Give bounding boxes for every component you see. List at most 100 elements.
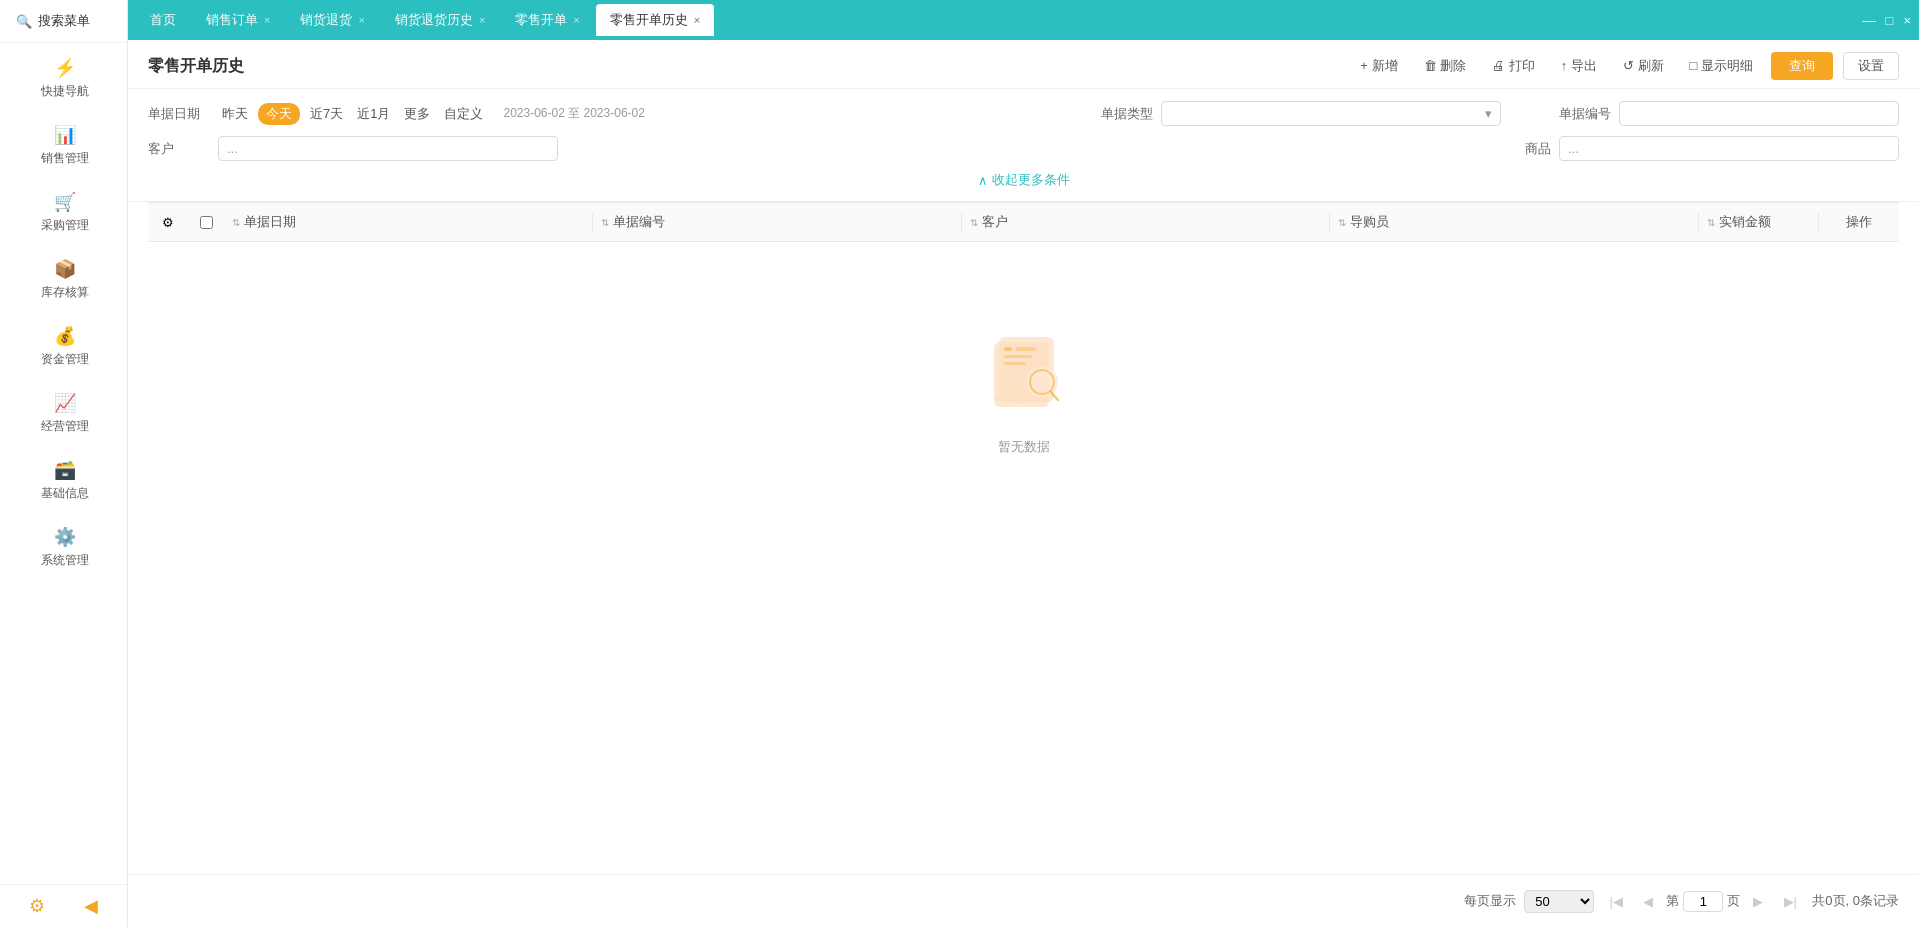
empty-icon: [974, 322, 1074, 422]
date-option-last7[interactable]: 近7天: [306, 103, 347, 125]
prev-page-button[interactable]: ◀: [1634, 887, 1662, 915]
doc-type-select[interactable]: ▾: [1161, 101, 1501, 126]
svg-rect-5: [1004, 355, 1032, 358]
date-option-today[interactable]: 今天: [258, 103, 300, 125]
sidebar-item-jingying[interactable]: 📈 经营管理: [0, 378, 127, 445]
th-amount: ⇅ 实销金额: [1699, 213, 1819, 231]
tab-sales-return[interactable]: 销货退货×: [286, 4, 378, 36]
print-button[interactable]: 🖨 打印: [1484, 53, 1543, 79]
query-button[interactable]: 查询: [1771, 52, 1833, 80]
date-range: 2023-06-02 至 2023-06-02: [503, 105, 644, 122]
th-date-label: 单据日期: [244, 213, 296, 231]
sidebar-item-kuaijie[interactable]: ⚡快捷导航: [0, 43, 127, 110]
date-option-last1m[interactable]: 近1月: [353, 103, 394, 125]
sidebar-icon-zijin: 💰: [54, 325, 76, 347]
pagination: 每页显示 50 10 20 100 |◀ ◀ 第 页 ▶ ▶| 共0页, 0条记…: [128, 874, 1919, 927]
display-detail-button[interactable]: □ 显示明细: [1682, 53, 1761, 79]
sidebar-label-caigou: 采购管理: [41, 217, 89, 234]
sidebar-item-caigou[interactable]: 🛒 采购管理: [0, 177, 127, 244]
page-title: 零售开单历史: [148, 56, 244, 77]
th-date: ⇅ 单据日期: [224, 213, 593, 231]
close-button[interactable]: ×: [1903, 13, 1911, 28]
th-number-sort[interactable]: ⇅: [601, 217, 609, 228]
sidebar-item-jichu[interactable]: 🗃️ 基础信息: [0, 445, 127, 512]
th-customer-sort[interactable]: ⇅: [970, 217, 978, 228]
tab-close-retail-open-history[interactable]: ×: [694, 14, 700, 26]
tab-close-retail-open[interactable]: ×: [573, 14, 579, 26]
content-area: 零售开单历史 + 新增 🗑 删除 🖨 打印 ↑ 导出 ↺ 刷新 □ 显示明细 查…: [128, 40, 1919, 927]
per-page-select[interactable]: 50 10 20 100: [1524, 890, 1594, 913]
add-button[interactable]: + 新增: [1352, 53, 1405, 79]
sidebar-icon-kucun: 📦: [54, 258, 76, 280]
collapse-button[interactable]: ∧ 收起更多条件: [148, 171, 1899, 189]
export-button[interactable]: ↑ 导出: [1553, 53, 1605, 79]
filter-area: 单据日期 昨天今天近7天近1月更多自定义 2023-06-02 至 2023-0…: [128, 89, 1919, 202]
tab-close-sales-return-history[interactable]: ×: [479, 14, 485, 26]
sidebar-item-xitong[interactable]: ⚙️系统管理: [0, 512, 127, 579]
empty-state: 暂无数据: [148, 242, 1899, 536]
tab-label-retail-open: 零售开单: [515, 11, 567, 29]
tab-retail-open-history[interactable]: 零售开单历史×: [596, 4, 714, 36]
customer-select[interactable]: ...: [218, 136, 558, 161]
tab-sales-return-history[interactable]: 销货退货历史×: [381, 4, 499, 36]
tab-close-sales-return[interactable]: ×: [358, 14, 364, 26]
th-salesperson-sort[interactable]: ⇅: [1338, 217, 1346, 228]
select-all-checkbox[interactable]: [200, 216, 213, 229]
sidebar-search-label: 搜索菜单: [38, 12, 90, 30]
sidebar-label-xitong: 系统管理: [41, 552, 89, 569]
settings-button[interactable]: 设置: [1843, 52, 1899, 80]
minimize-button[interactable]: —: [1863, 13, 1876, 28]
next-page-button[interactable]: ▶: [1744, 887, 1772, 915]
date-option-more[interactable]: 更多: [400, 103, 434, 125]
window-controls: — □ ×: [1863, 13, 1911, 28]
page-nav: |◀ ◀ 第 页 ▶ ▶|: [1602, 887, 1804, 915]
tab-home[interactable]: 首页: [136, 4, 190, 36]
collapse-icon: ∧: [978, 173, 988, 188]
sidebar-icon-jichu: 🗃️: [54, 459, 76, 481]
th-action-label: 操作: [1846, 213, 1872, 231]
maximize-button[interactable]: □: [1886, 13, 1894, 28]
sidebar-item-zijin[interactable]: 💰 资金管理: [0, 311, 127, 378]
tab-retail-open[interactable]: 零售开单 ×: [501, 4, 593, 36]
table-settings-icon[interactable]: ⚙: [148, 215, 188, 230]
collapse-label: 收起更多条件: [992, 171, 1070, 189]
svg-rect-3: [1004, 347, 1012, 351]
sidebar-label-kucun: 库存核算: [41, 284, 89, 301]
th-salesperson: ⇅ 导购员: [1330, 213, 1699, 231]
doc-number-input[interactable]: [1619, 101, 1899, 126]
first-page-button[interactable]: |◀: [1602, 887, 1630, 915]
sidebar-icon-jingying: 📈: [54, 392, 76, 414]
th-date-sort[interactable]: ⇅: [232, 217, 240, 228]
per-page-label: 每页显示: [1464, 892, 1516, 910]
sidebar-label-jichu: 基础信息: [41, 485, 89, 502]
th-customer-label: 客户: [982, 213, 1008, 231]
table-header: ⚙ ⇅ 单据日期 ⇅ 单据编号 ⇅ 客户 ⇅ 导购员: [148, 202, 1899, 242]
last-page-button[interactable]: ▶|: [1776, 887, 1804, 915]
table-select-all[interactable]: [188, 216, 224, 229]
refresh-button[interactable]: ↺ 刷新: [1615, 53, 1672, 79]
sidebar-label-jingying: 经营管理: [41, 418, 89, 435]
sidebar-icon-kuaijie: ⚡: [54, 57, 76, 79]
page-number-input[interactable]: [1683, 891, 1723, 912]
th-amount-sort[interactable]: ⇅: [1707, 217, 1715, 228]
svg-rect-6: [1004, 362, 1026, 365]
sidebar-item-kucun[interactable]: 📦 库存核算: [0, 244, 127, 311]
settings-footer-icon[interactable]: ⚙: [29, 895, 45, 917]
sidebar-item-xiaoshou[interactable]: 📊销售管理: [0, 110, 127, 177]
delete-button[interactable]: 🗑 删除: [1416, 53, 1475, 79]
sidebar-label-zijin: 资金管理: [41, 351, 89, 368]
tab-sales-order[interactable]: 销售订单 ×: [192, 4, 284, 36]
th-customer: ⇅ 客户: [962, 213, 1331, 231]
customer-value: ...: [227, 141, 238, 156]
date-option-yesterday[interactable]: 昨天: [218, 103, 252, 125]
toolbar: + 新增 🗑 删除 🖨 打印 ↑ 导出 ↺ 刷新 □ 显示明细 查询 设置: [1352, 52, 1899, 80]
date-option-custom[interactable]: 自定义: [440, 103, 487, 125]
collapse-sidebar-icon[interactable]: ◀: [84, 895, 98, 917]
sidebar-search[interactable]: 🔍 搜索菜单: [0, 0, 127, 43]
sidebar-icon-caigou: 🛒: [54, 191, 76, 213]
tab-label-sales-order: 销售订单: [206, 11, 258, 29]
tab-close-sales-order[interactable]: ×: [264, 14, 270, 26]
page-header: 零售开单历史 + 新增 🗑 删除 🖨 打印 ↑ 导出 ↺ 刷新 □ 显示明细 查…: [128, 40, 1919, 89]
filter-row-2: 客户 ... 商品 ...: [148, 136, 1899, 161]
goods-select[interactable]: ...: [1559, 136, 1899, 161]
